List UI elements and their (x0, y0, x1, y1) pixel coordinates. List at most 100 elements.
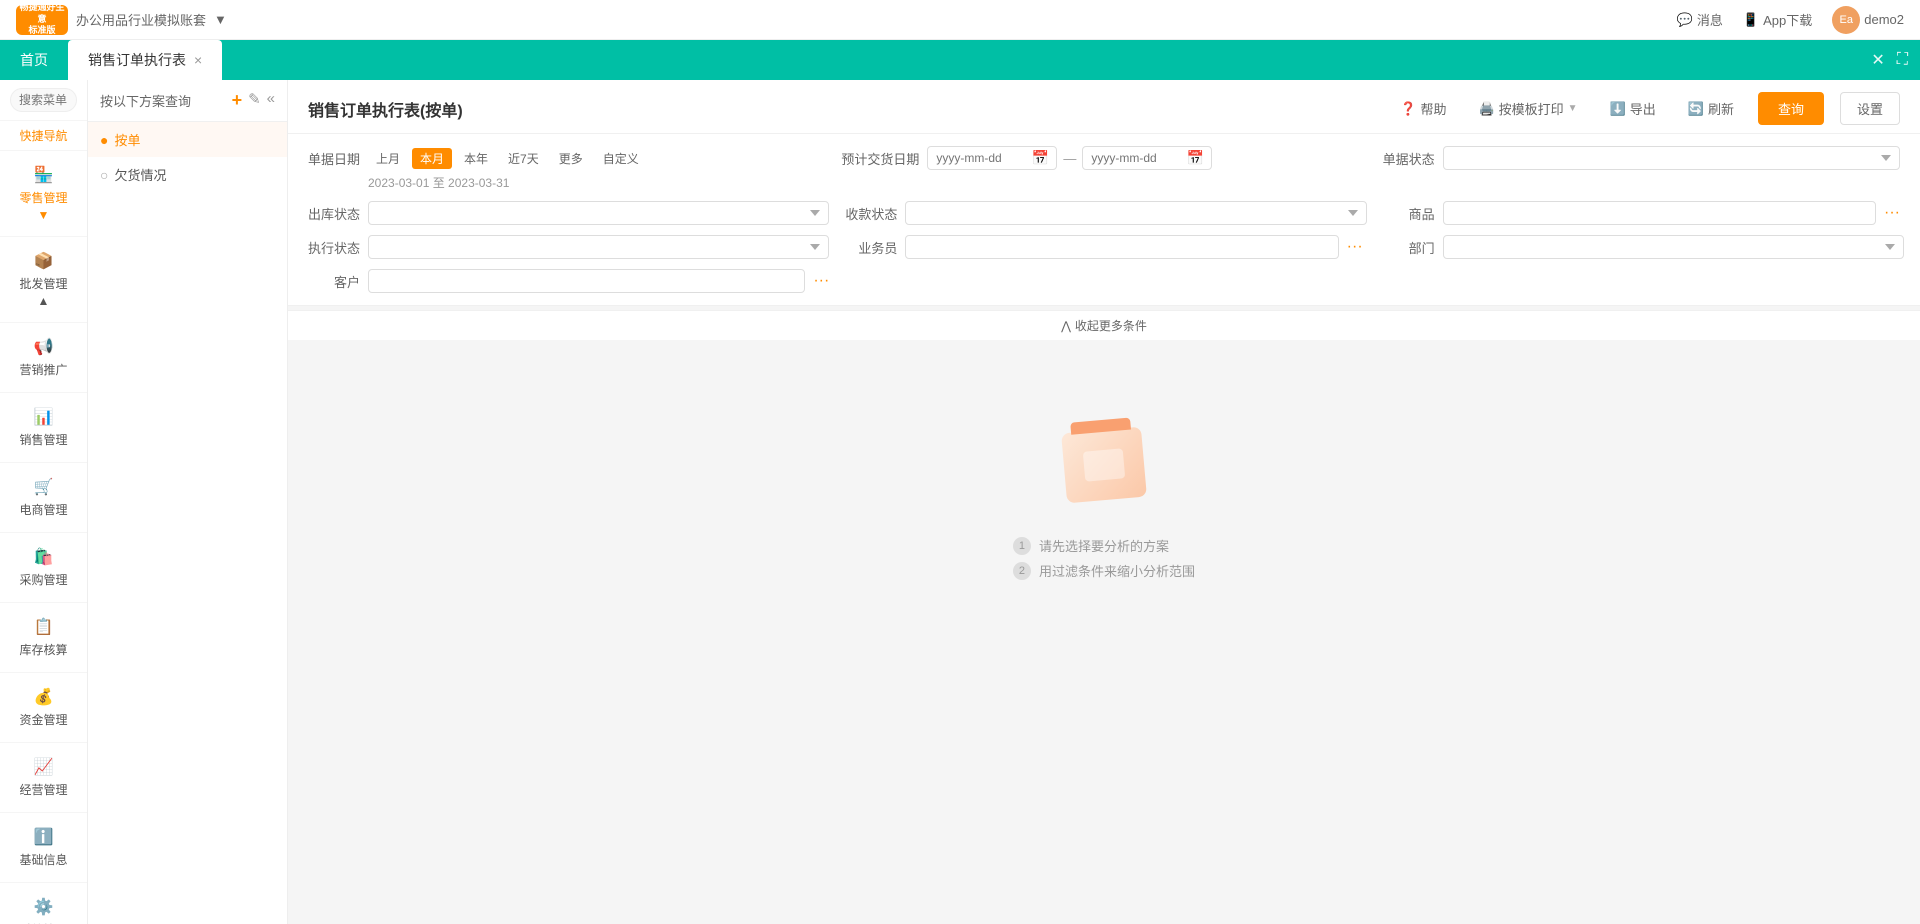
filter-row-3: 执行状态 业务员 ··· (304, 235, 1904, 259)
customer-input-area: ··· (368, 269, 833, 293)
collapse-more-label: 收起更多条件 (1075, 317, 1147, 334)
outstock-label: 出库状态 (304, 204, 360, 223)
sidebar-item-retail[interactable]: 🏪 零售管理 ▼ (0, 151, 87, 237)
department-select[interactable] (1443, 235, 1904, 259)
refresh-label: 刷新 (1708, 99, 1734, 118)
panel-collapse-button[interactable]: « (267, 90, 275, 111)
quick-nav-label: 快捷导航 (19, 129, 67, 143)
panel-header-actions: + ✎ « (232, 90, 275, 111)
user-area[interactable]: Ea demo2 (1832, 6, 1904, 34)
panel-item-debt[interactable]: ○ 欠货情况 (88, 157, 287, 192)
date-tab-year[interactable]: 本年 (456, 148, 496, 169)
department-label: 部门 (1379, 238, 1435, 257)
print-dropdown-icon: ▼ (1568, 103, 1578, 114)
salesperson-label: 业务员 (841, 238, 897, 257)
tab-home[interactable]: 首页 (0, 40, 68, 80)
goods-dots[interactable]: ··· (1880, 204, 1904, 222)
expected-date-input-area: 📅 — 📅 (927, 146, 1366, 170)
customer-input[interactable] (368, 269, 805, 293)
sidebar-item-ecommerce[interactable]: 🛒 电商管理 (0, 463, 87, 533)
filter-goods-cell: 商品 ··· (1379, 201, 1904, 225)
sidebar-item-wholesale[interactable]: 📦 批发管理 ▲ (0, 237, 87, 323)
filter-status-cell: 单据状态 草稿 审核中 已审核 (1379, 146, 1904, 170)
print-icon: 🖨️ (1478, 101, 1494, 117)
receive-select[interactable] (905, 201, 1366, 225)
wholesale-icon: 📦 (34, 251, 54, 271)
print-button[interactable]: 🖨️ 按模板打印 ▼ (1470, 95, 1585, 122)
company-dropdown[interactable]: ▼ (214, 12, 227, 27)
sidebar-item-basic[interactable]: ℹ️ 基础信息 (0, 813, 87, 883)
sidebar-item-finance[interactable]: 💰 资金管理 (0, 673, 87, 743)
query-button[interactable]: 查询 (1758, 92, 1824, 125)
date-tab-custom[interactable]: 自定义 (595, 148, 647, 169)
window-maximize-button[interactable]: ⛶ (1897, 51, 1908, 69)
panel-edit-button[interactable]: ✎ (248, 90, 261, 111)
app-logo: 畅捷通好生意标准版 (16, 5, 68, 35)
top-bar-left: 畅捷通好生意标准版 办公用品行业模拟账套 ▼ (16, 5, 227, 35)
page-header: 销售订单执行表(按单) ❓ 帮助 🖨️ 按模板打印 ▼ ⬇️ 导出 🔄 刷新 (288, 80, 1920, 134)
sidebar-quick-nav[interactable]: 快捷导航 (0, 121, 87, 151)
inventory-label: 库存核算 (19, 641, 67, 658)
outstock-select[interactable] (368, 201, 829, 225)
top-bar-right: 💬 消息 📱 App下载 Ea demo2 (1677, 6, 1904, 34)
calendar-from-icon[interactable]: 📅 (1032, 150, 1049, 167)
customer-label: 客户 (304, 272, 360, 291)
date-tab-last7[interactable]: 近7天 (500, 148, 547, 169)
window-close-button[interactable]: ✕ (1871, 50, 1884, 70)
help-button[interactable]: ❓ 帮助 (1392, 95, 1454, 122)
panel-title: 按以下方案查询 (100, 91, 191, 110)
panel-item-anpress[interactable]: ● 按单 (88, 122, 287, 157)
settings-button[interactable]: 设置 (1840, 92, 1900, 125)
message-button[interactable]: 💬 消息 (1677, 10, 1723, 29)
empty-illustration (1044, 420, 1164, 520)
empty-state: 1 请先选择要分析的方案 2 用过滤条件来缩小分析范围 (288, 340, 1920, 660)
expected-date-to-wrapper: 📅 (1082, 146, 1212, 170)
sidebar-item-sales[interactable]: 📊 销售管理 (0, 393, 87, 463)
calendar-to-icon[interactable]: 📅 (1187, 150, 1204, 167)
sales-label: 销售管理 (19, 431, 67, 448)
company-title: 办公用品行业模拟账套 (76, 10, 206, 29)
receive-label: 收款状态 (841, 204, 897, 223)
search-input[interactable] (10, 88, 77, 112)
filter-outstock-cell: 出库状态 (304, 201, 829, 225)
ecommerce-label: 电商管理 (19, 501, 67, 518)
top-bar: 畅捷通好生意标准版 办公用品行业模拟账套 ▼ 💬 消息 📱 App下载 Ea d… (0, 0, 1920, 40)
help-label: 帮助 (1420, 99, 1446, 118)
sidebar-item-purchase[interactable]: 🛍️ 采购管理 (0, 533, 87, 603)
finance-icon: 💰 (34, 687, 54, 707)
sales-icon: 📊 (34, 407, 54, 427)
panel-add-button[interactable]: + (232, 90, 243, 111)
customer-dots[interactable]: ··· (809, 272, 833, 290)
sidebar-item-inventory[interactable]: 📋 库存核算 (0, 603, 87, 673)
goods-input[interactable] (1443, 201, 1876, 225)
status-label: 单据状态 (1379, 149, 1435, 168)
execstatus-select[interactable] (368, 235, 829, 259)
status-select[interactable]: 草稿 审核中 已审核 (1443, 146, 1900, 170)
sidebar-item-system[interactable]: ⚙️ 系统管理 (0, 883, 87, 924)
basic-label: 基础信息 (19, 851, 67, 868)
date-tab-current[interactable]: 本月 (412, 148, 452, 169)
outstock-input-area (368, 201, 829, 225)
salesperson-dots[interactable]: ··· (1343, 238, 1367, 256)
operations-label: 经营管理 (19, 781, 67, 798)
collapse-more-button[interactable]: ⋀ 收起更多条件 (288, 310, 1920, 340)
app-download-button[interactable]: 📱 App下载 (1743, 10, 1812, 29)
export-button[interactable]: ⬇️ 导出 (1602, 95, 1664, 122)
date-tabs: 上月 本月 本年 近7天 更多 自定义 (368, 148, 647, 169)
refresh-button[interactable]: 🔄 刷新 (1680, 95, 1742, 122)
date-tab-prev[interactable]: 上月 (368, 148, 408, 169)
date-label: 单据日期 (304, 149, 360, 168)
avatar-text: Ea (1840, 14, 1853, 26)
hint-text-1: 请先选择要分析的方案 (1039, 536, 1169, 555)
salesperson-input[interactable] (905, 235, 1338, 259)
filter-date-cell: 单据日期 上月 本月 本年 近7天 更多 自定义 (304, 148, 829, 169)
date-tab-more[interactable]: 更多 (551, 148, 591, 169)
sidebar-item-marketing[interactable]: 📢 营销推广 (0, 323, 87, 393)
tab-sales-order[interactable]: 销售订单执行表 × (68, 40, 222, 80)
username-label: demo2 (1864, 12, 1904, 27)
date-range-text: 2023-03-01 至 2023-03-31 (368, 174, 509, 191)
refresh-icon: 🔄 (1688, 101, 1704, 117)
tab-close-button[interactable]: × (194, 52, 202, 68)
marketing-label: 营销推广 (19, 361, 67, 378)
sidebar-item-operations[interactable]: 📈 经营管理 (0, 743, 87, 813)
